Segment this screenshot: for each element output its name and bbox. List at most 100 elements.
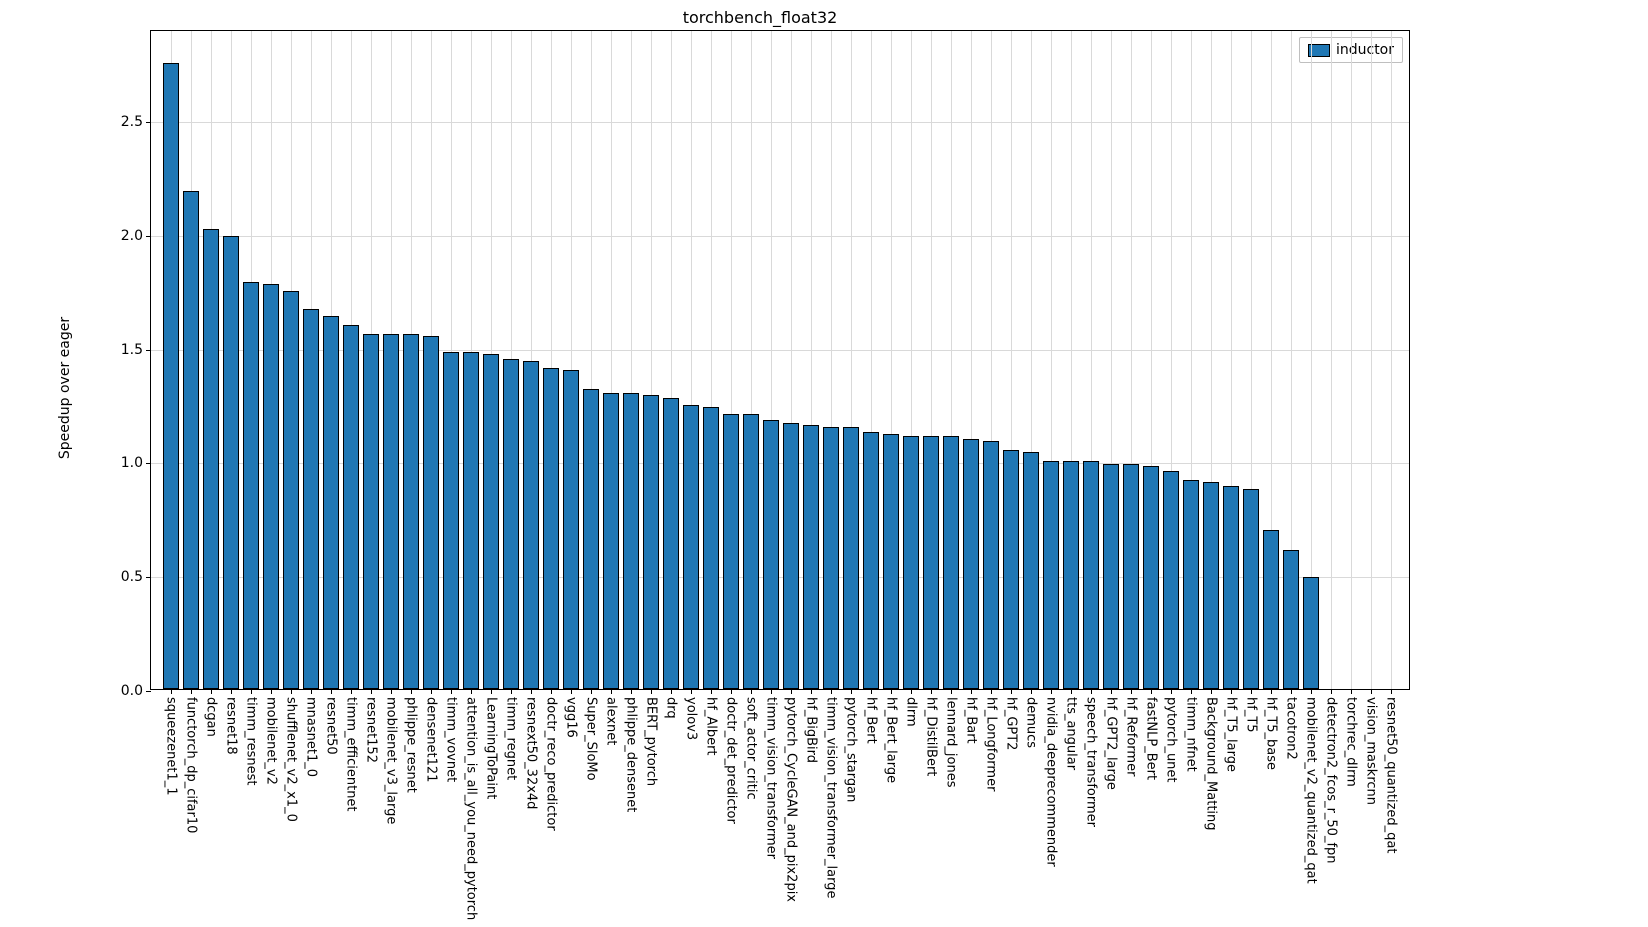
- x-tick-mark: [1251, 689, 1252, 694]
- bar: [783, 423, 799, 689]
- y-tick-label: 1.5: [121, 342, 143, 358]
- x-tick-label: squeezenet1_1: [164, 697, 179, 795]
- x-tick-label: hf_Reformer: [1124, 697, 1139, 776]
- y-tick-mark: [146, 691, 151, 692]
- x-tick-label: tts_angular: [1064, 697, 1079, 770]
- bar: [923, 436, 939, 689]
- x-tick-label: drq: [664, 697, 679, 719]
- x-tick-label: hf_Albert: [704, 697, 719, 756]
- bar: [223, 236, 239, 689]
- bar: [1023, 452, 1039, 689]
- x-tick-label: mobilenet_v3_large: [384, 697, 399, 824]
- y-tick-label: 0.5: [121, 569, 143, 585]
- x-tick-mark: [231, 689, 232, 694]
- x-tick-label: timm_efficientnet: [344, 697, 359, 812]
- bar: [883, 434, 899, 689]
- x-tick-mark: [291, 689, 292, 694]
- bar: [1123, 464, 1139, 689]
- plot-area: inductor 0.00.51.01.52.02.5squeezenet1_1…: [150, 30, 1410, 690]
- x-tick-label: demucs: [1024, 697, 1039, 748]
- grid-line-vertical: [1371, 31, 1372, 689]
- x-tick-label: attention_is_all_you_need_pytorch: [464, 697, 479, 920]
- bar: [283, 291, 299, 689]
- x-tick-label: yolov3: [684, 697, 699, 740]
- y-tick-mark: [146, 350, 151, 351]
- x-tick-label: pytorch_CycleGAN_and_pix2pix: [784, 697, 799, 902]
- x-tick-mark: [1111, 689, 1112, 694]
- x-tick-label: tacotron2: [1284, 697, 1299, 760]
- x-tick-mark: [1391, 689, 1392, 694]
- grid-line-horizontal: [151, 122, 1409, 123]
- x-tick-mark: [1151, 689, 1152, 694]
- x-tick-mark: [471, 689, 472, 694]
- x-tick-mark: [731, 689, 732, 694]
- x-tick-mark: [511, 689, 512, 694]
- x-tick-label: phlippe_densenet: [624, 697, 639, 812]
- x-tick-label: Background_Matting: [1204, 697, 1219, 831]
- x-tick-mark: [1071, 689, 1072, 694]
- x-tick-mark: [691, 689, 692, 694]
- x-tick-mark: [251, 689, 252, 694]
- x-tick-mark: [1051, 689, 1052, 694]
- x-tick-label: timm_resnest: [244, 697, 259, 785]
- x-tick-label: dcgan: [204, 697, 219, 737]
- x-tick-label: lennard_jones: [944, 697, 959, 788]
- bar: [603, 393, 619, 689]
- x-tick-mark: [891, 689, 892, 694]
- bar: [343, 325, 359, 689]
- bar: [903, 436, 919, 689]
- x-tick-label: pytorch_unet: [1164, 697, 1179, 783]
- x-tick-label: shufflenet_v2_x1_0: [284, 697, 299, 822]
- x-tick-mark: [1131, 689, 1132, 694]
- bar: [863, 432, 879, 689]
- bar: [1103, 464, 1119, 689]
- x-tick-mark: [411, 689, 412, 694]
- x-tick-label: timm_regnet: [504, 697, 519, 780]
- x-tick-mark: [911, 689, 912, 694]
- x-tick-label: resnet152: [364, 697, 379, 763]
- x-tick-label: mobilenet_v2: [264, 697, 279, 785]
- x-tick-mark: [671, 689, 672, 694]
- bar: [303, 309, 319, 689]
- x-tick-label: Super_SloMo: [584, 697, 599, 781]
- x-tick-mark: [1371, 689, 1372, 694]
- bar: [983, 441, 999, 689]
- x-tick-mark: [271, 689, 272, 694]
- bar: [1223, 486, 1239, 689]
- x-tick-label: vision_maskrcnn: [1364, 697, 1379, 805]
- x-tick-mark: [1031, 689, 1032, 694]
- x-tick-label: functorch_dp_cifar10: [184, 697, 199, 833]
- x-tick-label: phlippe_resnet: [404, 697, 419, 793]
- bar: [483, 354, 499, 689]
- x-tick-label: doctr_det_predictor: [724, 697, 739, 824]
- x-tick-label: hf_T5_base: [1264, 697, 1279, 770]
- x-tick-mark: [171, 689, 172, 694]
- x-tick-label: hf_T5: [1244, 697, 1259, 733]
- bar: [963, 439, 979, 689]
- x-tick-mark: [611, 689, 612, 694]
- bar: [683, 405, 699, 689]
- x-tick-mark: [1331, 689, 1332, 694]
- bar: [263, 284, 279, 689]
- x-tick-mark: [531, 689, 532, 694]
- x-tick-label: hf_DistilBert: [924, 697, 939, 776]
- grid-line-horizontal: [151, 577, 1409, 578]
- x-tick-label: hf_T5_large: [1224, 697, 1239, 772]
- x-tick-label: densenet121: [424, 697, 439, 782]
- bar: [623, 393, 639, 689]
- bar: [1063, 461, 1079, 689]
- x-tick-label: torchrec_dlrm: [1344, 697, 1359, 787]
- x-tick-label: doctr_reco_predictor: [544, 697, 559, 831]
- grid-line-horizontal: [151, 350, 1409, 351]
- bar: [163, 63, 179, 689]
- x-tick-label: resnet50: [324, 697, 339, 755]
- x-tick-mark: [1271, 689, 1272, 694]
- bar: [1143, 466, 1159, 689]
- x-tick-label: vgg16: [564, 697, 579, 738]
- x-tick-label: pytorch_stargan: [844, 697, 859, 802]
- x-tick-mark: [931, 689, 932, 694]
- x-tick-label: mobilenet_v2_quantized_qat: [1304, 697, 1319, 884]
- x-tick-mark: [751, 689, 752, 694]
- x-tick-mark: [1351, 689, 1352, 694]
- y-tick-mark: [146, 577, 151, 578]
